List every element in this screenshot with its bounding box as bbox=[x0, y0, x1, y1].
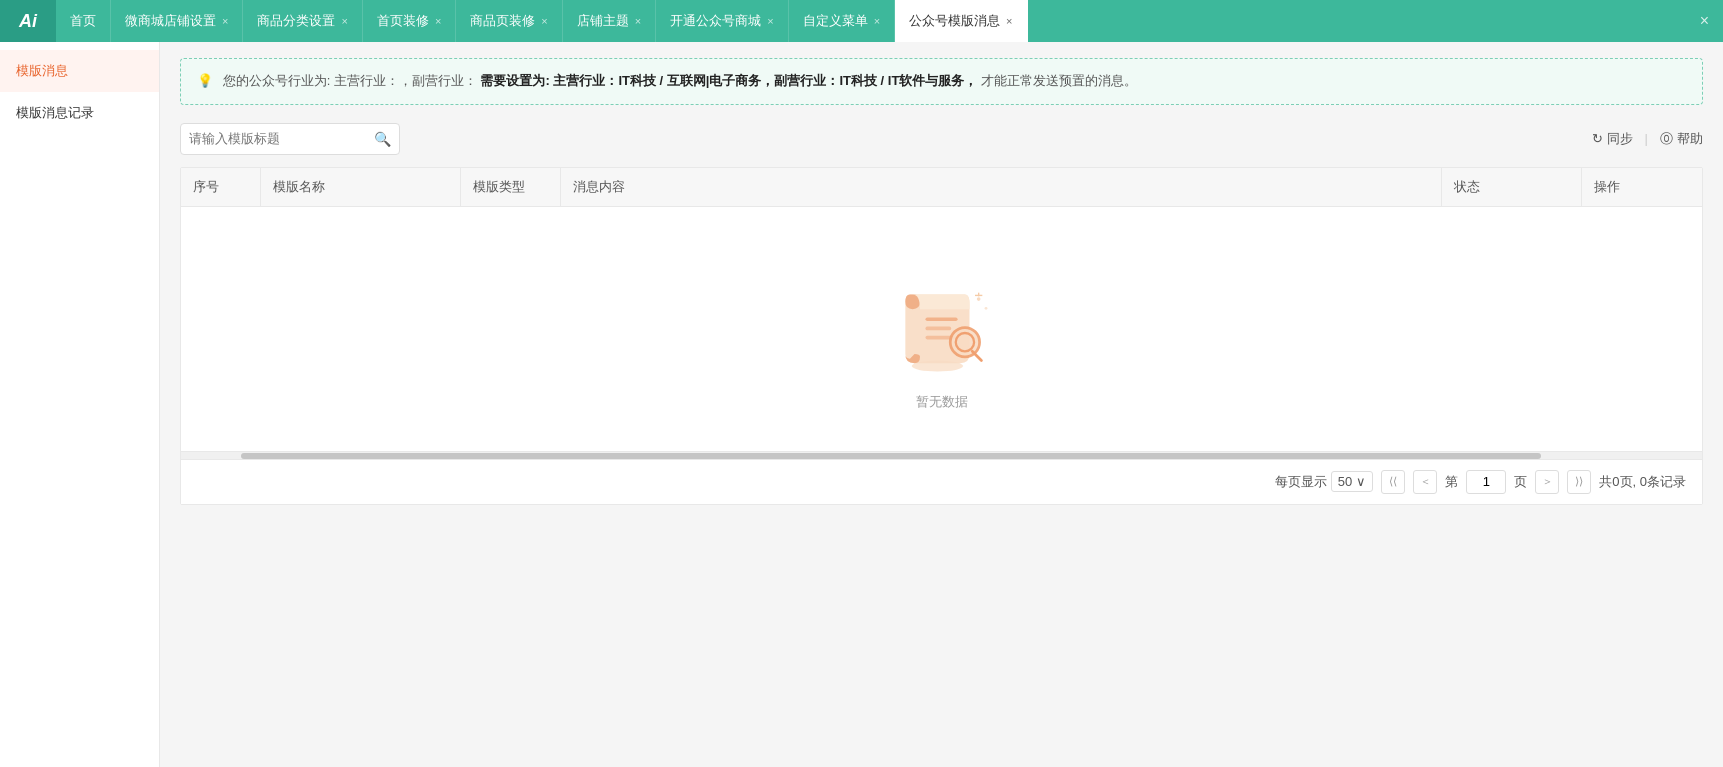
page-size-select: 每页显示 50 ∨ bbox=[1275, 471, 1373, 492]
empty-text: 暂无数据 bbox=[916, 393, 968, 411]
horizontal-scrollbar[interactable] bbox=[181, 451, 1702, 459]
toolbar-right: ↻ 同步 | ⓪ 帮助 bbox=[1592, 130, 1703, 148]
nav-tab-home[interactable]: 首页 bbox=[56, 0, 111, 42]
svg-point-8 bbox=[984, 307, 987, 310]
page-unit: 页 bbox=[1514, 473, 1527, 491]
chevron-down-icon: ∨ bbox=[1356, 474, 1366, 489]
close-icon[interactable]: × bbox=[1006, 15, 1012, 27]
sidebar-item-template-record[interactable]: 模版消息记录 bbox=[0, 92, 159, 134]
page-size-dropdown[interactable]: 50 ∨ bbox=[1331, 471, 1373, 492]
close-icon[interactable]: × bbox=[874, 15, 880, 27]
sidebar-item-template-msg[interactable]: 模版消息 bbox=[0, 50, 159, 92]
nav-tab-product-decor[interactable]: 商品页装修 × bbox=[456, 0, 562, 42]
table-container: 序号 模版名称 模版类型 消息内容 状态 操作 bbox=[180, 167, 1703, 505]
sync-icon: ↻ bbox=[1592, 131, 1603, 146]
main-layout: 模版消息 模版消息记录 💡 您的公众号行业为: 主营行业：，副营行业： 需要设置… bbox=[0, 42, 1723, 767]
page-total: 共0页, 0条记录 bbox=[1599, 473, 1686, 491]
nav-tab-template-msg[interactable]: 公众号模版消息 × bbox=[895, 0, 1027, 42]
page-number-input[interactable] bbox=[1466, 470, 1506, 494]
sidebar: 模版消息 模版消息记录 bbox=[0, 42, 160, 767]
col-header-action: 操作 bbox=[1582, 168, 1702, 206]
close-all-button[interactable]: × bbox=[1686, 12, 1723, 30]
close-icon[interactable]: × bbox=[541, 15, 547, 27]
svg-rect-2 bbox=[925, 326, 951, 330]
col-header-type: 模版类型 bbox=[461, 168, 561, 206]
search-icon[interactable]: 🔍 bbox=[374, 131, 391, 147]
nav-tab-open-mall[interactable]: 开通公众号商城 × bbox=[656, 0, 788, 42]
col-header-no: 序号 bbox=[181, 168, 261, 206]
top-nav: Ai 首页 微商城店铺设置 × 商品分类设置 × 首页装修 × 商品页装修 × … bbox=[0, 0, 1723, 42]
first-page-button[interactable]: ⟨⟨ bbox=[1381, 470, 1405, 494]
close-icon[interactable]: × bbox=[435, 15, 441, 27]
help-button[interactable]: ⓪ 帮助 bbox=[1660, 130, 1703, 148]
col-header-content: 消息内容 bbox=[561, 168, 1442, 206]
close-icon[interactable]: × bbox=[222, 15, 228, 27]
divider: | bbox=[1645, 131, 1648, 146]
col-header-status: 状态 bbox=[1442, 168, 1582, 206]
empty-icon bbox=[887, 267, 997, 377]
notice-box: 💡 您的公众号行业为: 主营行业：，副营行业： 需要设置为: 主营行业：IT科技… bbox=[180, 58, 1703, 105]
page-label: 第 bbox=[1445, 473, 1458, 491]
close-icon[interactable]: × bbox=[341, 15, 347, 27]
table-header: 序号 模版名称 模版类型 消息内容 状态 操作 bbox=[181, 168, 1702, 207]
last-page-button[interactable]: ⟩⟩ bbox=[1567, 470, 1591, 494]
close-icon[interactable]: × bbox=[635, 15, 641, 27]
toolbar: 🔍 ↻ 同步 | ⓪ 帮助 bbox=[180, 123, 1703, 155]
prev-page-button[interactable]: ＜ bbox=[1413, 470, 1437, 494]
help-icon: ⓪ bbox=[1660, 130, 1673, 148]
nav-tab-store-theme[interactable]: 店铺主题 × bbox=[563, 0, 656, 42]
nav-tab-home-decor[interactable]: 首页装修 × bbox=[363, 0, 456, 42]
scrollbar-thumb[interactable] bbox=[241, 453, 1541, 459]
content-area: 💡 您的公众号行业为: 主营行业：，副营行业： 需要设置为: 主营行业：IT科技… bbox=[160, 42, 1723, 767]
svg-point-7 bbox=[976, 297, 980, 301]
app-logo: Ai bbox=[0, 0, 56, 42]
close-icon[interactable]: × bbox=[767, 15, 773, 27]
col-header-name: 模版名称 bbox=[261, 168, 461, 206]
nav-tab-custom-menu[interactable]: 自定义菜单 × bbox=[789, 0, 895, 42]
next-page-button[interactable]: ＞ bbox=[1535, 470, 1559, 494]
bulb-icon: 💡 bbox=[197, 73, 213, 88]
nav-tab-product-category[interactable]: 商品分类设置 × bbox=[243, 0, 362, 42]
page-size-label: 每页显示 bbox=[1275, 473, 1327, 491]
nav-tab-shop-settings[interactable]: 微商城店铺设置 × bbox=[111, 0, 243, 42]
sync-button[interactable]: ↻ 同步 bbox=[1592, 130, 1633, 148]
search-input[interactable] bbox=[189, 131, 374, 146]
search-wrap: 🔍 bbox=[180, 123, 400, 155]
empty-state: 暂无数据 bbox=[181, 207, 1702, 451]
svg-rect-1 bbox=[925, 317, 957, 321]
pagination: 每页显示 50 ∨ ⟨⟨ ＜ 第 页 ＞ ⟩⟩ 共0页, 0条记录 bbox=[181, 459, 1702, 504]
